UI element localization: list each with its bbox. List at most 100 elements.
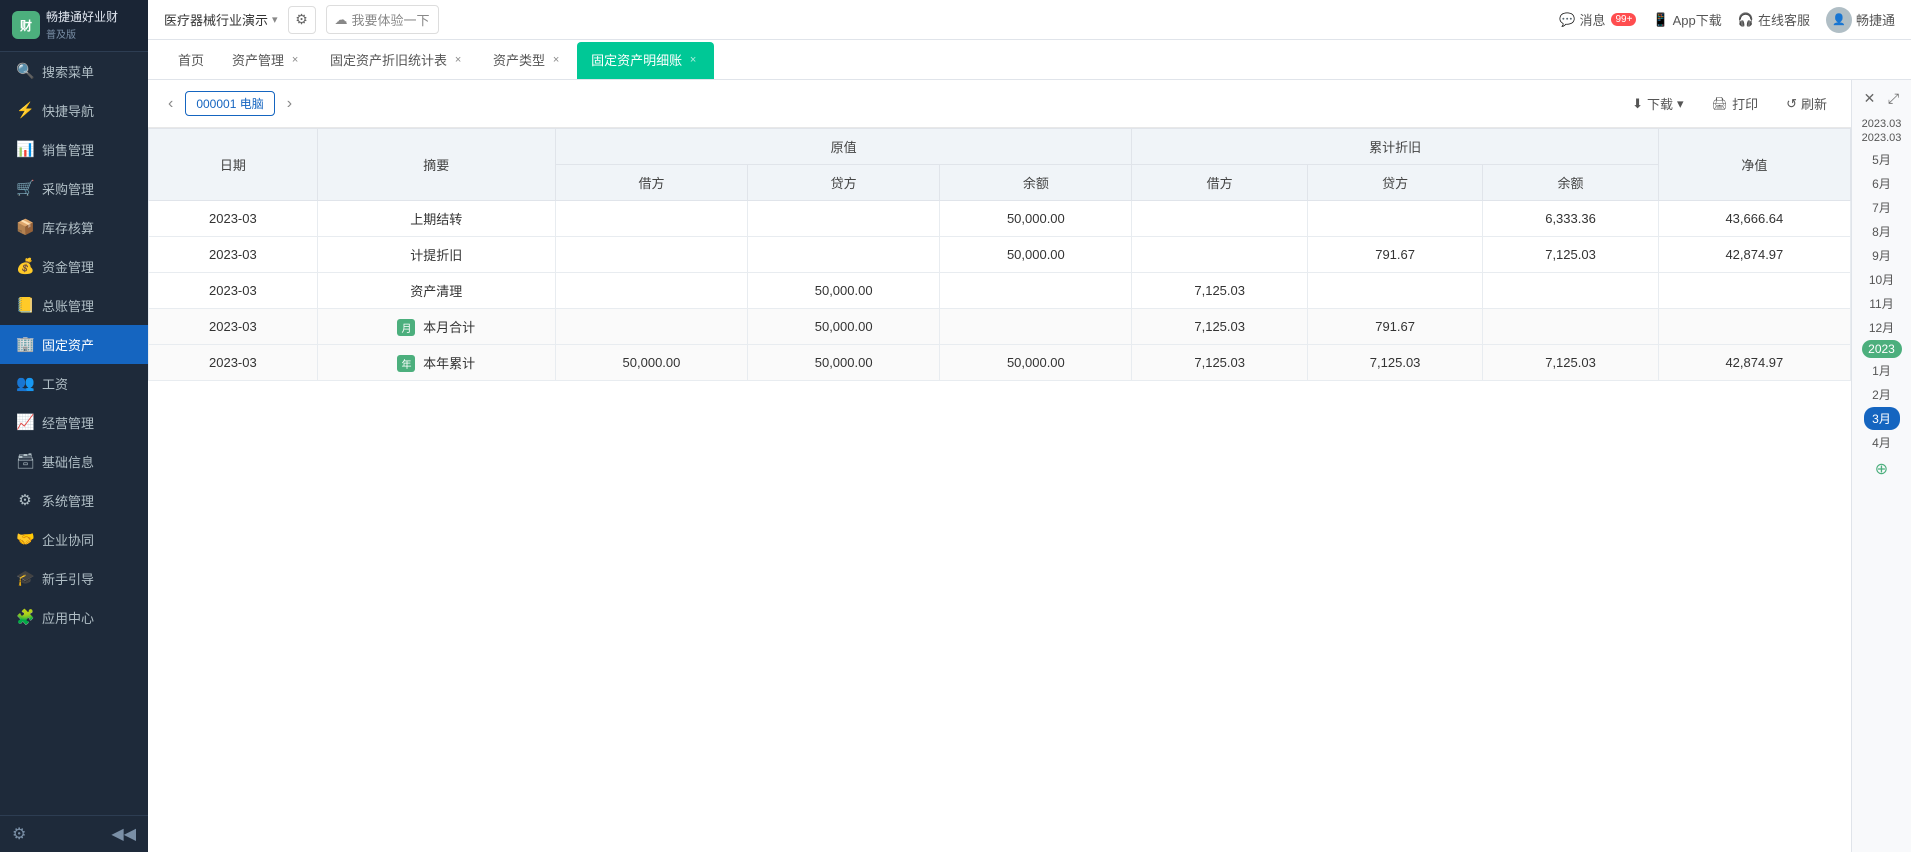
sidebar-item-sales[interactable]: 📊 销售管理 bbox=[0, 130, 148, 169]
cell-orig-balance bbox=[940, 273, 1132, 309]
topbar-settings-button[interactable]: ⚙ bbox=[288, 6, 316, 34]
print-button[interactable]: 🖨 打印 bbox=[1704, 90, 1767, 117]
company-selector[interactable]: 医疗器械行业演示 ▾ bbox=[164, 10, 278, 29]
tab-close-depreciation-stats[interactable]: × bbox=[451, 53, 465, 67]
sidebar-item-inventory[interactable]: 📦 库存核算 bbox=[0, 208, 148, 247]
sidebar-item-quicknav[interactable]: ⚡ 快捷导航 bbox=[0, 91, 148, 130]
col-header-net-value: 净值 bbox=[1658, 129, 1850, 201]
timeline-month-1[interactable]: 1月 bbox=[1852, 359, 1911, 382]
refresh-icon: ↺ bbox=[1786, 96, 1797, 112]
ledger-icon: 📒 bbox=[16, 296, 34, 314]
timeline-month-5[interactable]: 5月 bbox=[1852, 148, 1911, 171]
topbar-right: 💬 消息 99+ 📱 App下载 🎧 在线客服 👤 畅捷通 bbox=[1559, 7, 1895, 33]
gear-icon: ⚙ bbox=[295, 11, 308, 28]
sidebar-item-system[interactable]: ⚙ 系统管理 bbox=[0, 481, 148, 520]
timeline-month-2[interactable]: 2月 bbox=[1852, 383, 1911, 406]
cell-orig-credit: 50,000.00 bbox=[748, 273, 940, 309]
col-header-accum-credit: 贷方 bbox=[1307, 165, 1482, 201]
timeline-month-12[interactable]: 12月 bbox=[1852, 316, 1911, 339]
download-icon: ⬇ bbox=[1632, 96, 1643, 112]
user-avatar-button[interactable]: 👤 畅捷通 bbox=[1826, 7, 1895, 33]
cell-orig-balance: 50,000.00 bbox=[940, 201, 1132, 237]
tab-asset-management[interactable]: 资产管理 × bbox=[218, 42, 316, 79]
sidebar-item-purchase[interactable]: 🛒 采购管理 bbox=[0, 169, 148, 208]
panel-close-button[interactable]: ✕ bbox=[1860, 88, 1880, 108]
sidebar-item-search[interactable]: 🔍 搜索菜单 bbox=[0, 52, 148, 91]
sidebar-item-payroll[interactable]: 👥 工资 bbox=[0, 364, 148, 403]
sidebar-item-fixed-assets[interactable]: 🏢 固定资产 bbox=[0, 325, 148, 364]
dropdown-icon: ▾ bbox=[272, 13, 278, 26]
cell-accum-balance: 6,333.36 bbox=[1483, 201, 1658, 237]
timeline-month-4[interactable]: 4月 bbox=[1852, 431, 1911, 454]
cell-date: 2023-03 bbox=[149, 309, 318, 345]
timeline-month-3-active[interactable]: 3月 bbox=[1864, 407, 1900, 430]
month-total-icon: 月 bbox=[397, 319, 415, 336]
download-button[interactable]: ⬇ 下载 ▾ bbox=[1624, 90, 1691, 117]
service-icon: 🎧 bbox=[1738, 12, 1754, 28]
app-logo-text: 畅捷通好业财 普及版 bbox=[46, 10, 118, 41]
topbar: 医疗器械行业演示 ▾ ⚙ ☁ 我要体验一下 💬 消息 99+ 📱 App下载 🎧… bbox=[148, 0, 1911, 40]
cell-orig-credit: 50,000.00 bbox=[748, 345, 940, 381]
timeline: 5月 6月 7月 8月 9月 10月 11月 12月 2023 1月 2月 3月… bbox=[1852, 148, 1911, 852]
table-toolbar: ‹ 000001 电脑 › ⬇ 下载 ▾ 🖨 打印 ↺ bbox=[148, 80, 1851, 128]
settings-bottom-icon[interactable]: ⚙ bbox=[12, 824, 26, 844]
timeline-year-2023-badge[interactable]: 2023 bbox=[1862, 340, 1902, 358]
cell-orig-balance bbox=[940, 309, 1132, 345]
sidebar-item-ledger[interactable]: 📒 总账管理 bbox=[0, 286, 148, 325]
timeline-month-11[interactable]: 11月 bbox=[1852, 292, 1911, 315]
main-content: 医疗器械行业演示 ▾ ⚙ ☁ 我要体验一下 💬 消息 99+ 📱 App下载 🎧… bbox=[148, 0, 1911, 852]
timeline-month-9[interactable]: 9月 bbox=[1852, 244, 1911, 267]
tab-asset-type[interactable]: 资产类型 × bbox=[479, 42, 577, 79]
cell-accum-credit bbox=[1307, 273, 1482, 309]
timeline-scroll-down-button[interactable]: ⊕ bbox=[1875, 459, 1888, 479]
refresh-button[interactable]: ↺ 刷新 bbox=[1778, 90, 1835, 117]
nav-prev-button[interactable]: ‹ bbox=[164, 93, 177, 115]
cell-accum-debit bbox=[1132, 237, 1307, 273]
tab-close-asset-type[interactable]: × bbox=[549, 53, 563, 67]
tab-depreciation-stats[interactable]: 固定资产折旧统计表 × bbox=[316, 42, 479, 79]
timeline-month-10[interactable]: 10月 bbox=[1852, 268, 1911, 291]
panel-expand-button[interactable]: ⤢ bbox=[1884, 88, 1904, 108]
cell-summary: 月 本月合计 bbox=[317, 309, 555, 345]
cell-accum-balance bbox=[1483, 309, 1658, 345]
timeline-month-7[interactable]: 7月 bbox=[1852, 196, 1911, 219]
cell-accum-balance bbox=[1483, 273, 1658, 309]
sidebar-item-funds[interactable]: 💰 资金管理 bbox=[0, 247, 148, 286]
timeline-month-8[interactable]: 8月 bbox=[1852, 220, 1911, 243]
search-icon: 🔍 bbox=[16, 62, 34, 80]
tab-fixed-asset-detail[interactable]: 固定资产明细账 × bbox=[577, 42, 714, 79]
cell-accum-debit: 7,125.03 bbox=[1132, 309, 1307, 345]
sidebar-item-apps[interactable]: 🧩 应用中心 bbox=[0, 598, 148, 637]
sidebar-logo: 财 畅捷通好业财 普及版 bbox=[0, 0, 148, 52]
cell-accum-balance: 7,125.03 bbox=[1483, 237, 1658, 273]
app-download-button[interactable]: 📱 App下载 bbox=[1652, 10, 1721, 29]
cell-summary: 上期结转 bbox=[317, 201, 555, 237]
collaboration-icon: 🤝 bbox=[16, 530, 34, 548]
cell-orig-debit bbox=[555, 273, 747, 309]
cell-date: 2023-03 bbox=[149, 201, 318, 237]
cell-net-value: 43,666.64 bbox=[1658, 201, 1850, 237]
nav-next-button[interactable]: › bbox=[283, 93, 296, 115]
avatar: 👤 bbox=[1826, 7, 1852, 33]
app-logo-icon: 财 bbox=[12, 11, 40, 39]
customer-service-button[interactable]: 🎧 在线客服 bbox=[1738, 10, 1810, 29]
panel-toggle-button[interactable]: › bbox=[1851, 446, 1852, 486]
sidebar-item-basic-info[interactable]: 🗃 基础信息 bbox=[0, 442, 148, 481]
content-area: ‹ 000001 电脑 › ⬇ 下载 ▾ 🖨 打印 ↺ bbox=[148, 80, 1911, 852]
tab-close-asset-management[interactable]: × bbox=[288, 53, 302, 67]
table-row: 2023-03 上期结转 50,000.00 6,333.36 43,666.6… bbox=[149, 201, 1851, 237]
sidebar-item-guide[interactable]: 🎓 新手引导 bbox=[0, 559, 148, 598]
timeline-month-6[interactable]: 6月 bbox=[1852, 172, 1911, 195]
sidebar-item-collaboration[interactable]: 🤝 企业协同 bbox=[0, 520, 148, 559]
sidebar-item-management[interactable]: 📈 经营管理 bbox=[0, 403, 148, 442]
tab-close-fixed-asset-detail[interactable]: × bbox=[686, 53, 700, 67]
cell-orig-credit bbox=[748, 201, 940, 237]
sidebar-scroll: 🔍 搜索菜单 ⚡ 快捷导航 📊 销售管理 🛒 采购管理 📦 库存核算 💰 资金管… bbox=[0, 52, 148, 815]
messages-button[interactable]: 💬 消息 99+ bbox=[1559, 10, 1636, 29]
experience-button[interactable]: ☁ 我要体验一下 bbox=[326, 5, 439, 34]
collapse-icon[interactable]: ◀◀ bbox=[111, 824, 136, 844]
table-area: ‹ 000001 电脑 › ⬇ 下载 ▾ 🖨 打印 ↺ bbox=[148, 80, 1851, 852]
tab-home[interactable]: 首页 bbox=[164, 42, 218, 79]
message-icon: 💬 bbox=[1559, 12, 1575, 28]
cell-orig-debit bbox=[555, 237, 747, 273]
